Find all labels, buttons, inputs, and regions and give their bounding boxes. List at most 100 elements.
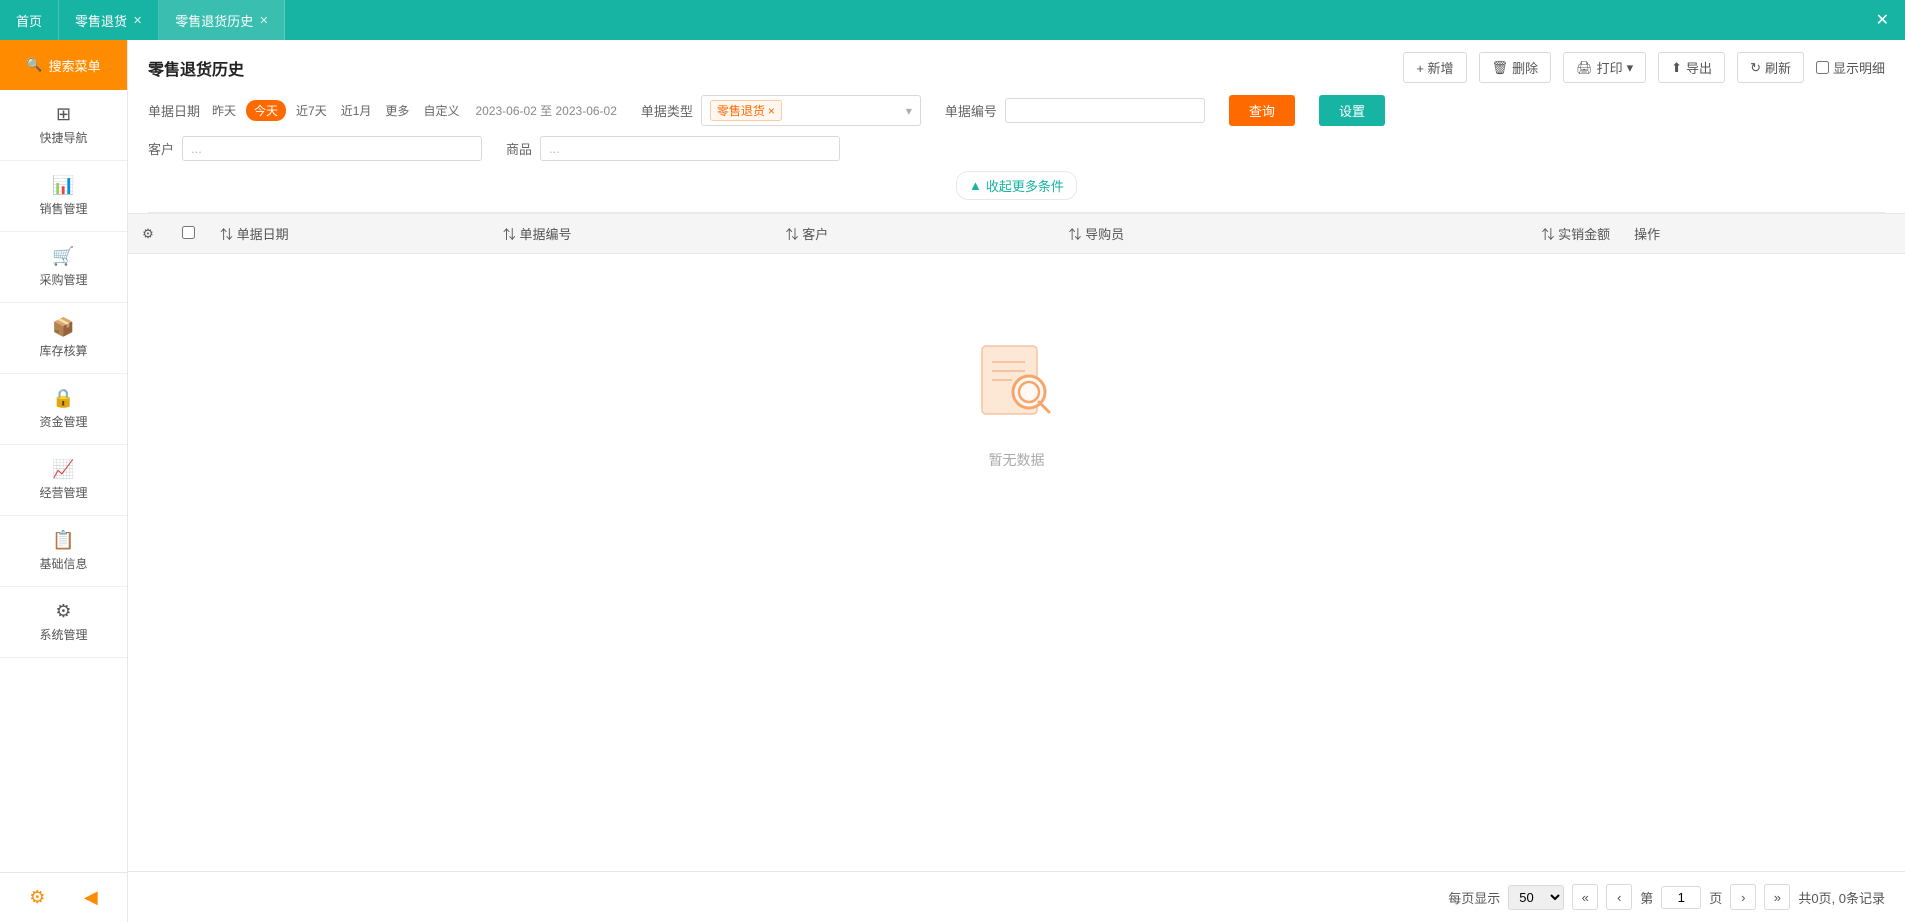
print-button[interactable]: 🖨 打印 ▾ bbox=[1563, 52, 1646, 83]
page-label: 第 bbox=[1640, 888, 1653, 907]
sidebar-item-operation[interactable]: 📈 经营管理 bbox=[0, 445, 127, 516]
date-more[interactable]: 更多 bbox=[381, 100, 413, 121]
window-close-button[interactable]: ✕ bbox=[1876, 10, 1905, 30]
th-date[interactable]: ⇅ 单据日期 bbox=[208, 214, 491, 254]
tab-retail-return-close[interactable]: ✕ bbox=[133, 14, 142, 27]
sidebar-collapse-icon[interactable]: ◀ bbox=[84, 887, 98, 908]
basic-info-icon: 📋 bbox=[52, 530, 74, 551]
tag-close-icon[interactable]: × bbox=[768, 104, 775, 118]
tab-retail-return-history[interactable]: 零售退货历史 ✕ bbox=[159, 0, 285, 40]
sidebar-search[interactable]: 🔍 搜索菜单 bbox=[0, 40, 127, 90]
top-bar: 首页 零售退货 ✕ 零售退货历史 ✕ ✕ bbox=[0, 0, 1905, 40]
delete-icon: 🗑 bbox=[1492, 60, 1509, 76]
page-title-row: 零售退货历史 + 新增 🗑 删除 🖨 打印 ▾ ⬆ 导出 bbox=[148, 52, 1885, 83]
tab-retail-return-label: 零售退货 bbox=[75, 11, 127, 30]
finance-icon: 🔒 bbox=[52, 388, 74, 409]
page-title: 零售退货历史 bbox=[148, 56, 244, 80]
settings-button[interactable]: 设置 bbox=[1319, 95, 1385, 126]
pagination: 每页显示 10 20 50 100 « ‹ 第 页 › » 共0页, 0条记录 bbox=[128, 871, 1905, 922]
sidebar-settings-icon[interactable]: ⚙ bbox=[29, 887, 45, 908]
customer-filter-item: 客户 ... bbox=[148, 136, 482, 161]
empty-illustration bbox=[967, 334, 1067, 434]
th-checkbox[interactable] bbox=[168, 214, 208, 254]
table-body: 暂无数据 bbox=[128, 254, 1905, 551]
th-customer[interactable]: ⇅ 客户 bbox=[774, 214, 1057, 254]
sidebar-item-system-mgmt[interactable]: ⚙ 系统管理 bbox=[0, 587, 127, 658]
sidebar-item-operation-label: 经营管理 bbox=[39, 484, 87, 501]
sidebar-item-finance-label: 资金管理 bbox=[39, 413, 87, 430]
goods-placeholder: ... bbox=[549, 141, 560, 156]
goods-filter-item: 商品 ... bbox=[506, 136, 840, 161]
sidebar-item-sales-label: 销售管理 bbox=[39, 200, 87, 217]
show-detail-checkbox[interactable] bbox=[1816, 61, 1829, 74]
voucher-type-select[interactable]: 零售退货 × ▾ bbox=[701, 95, 921, 126]
sidebar-item-inventory[interactable]: 📦 库存核算 bbox=[0, 303, 127, 374]
sidebar-item-purchase-label: 采购管理 bbox=[39, 271, 87, 288]
date-custom[interactable]: 自定义 bbox=[419, 100, 463, 121]
next-page-button[interactable]: › bbox=[1730, 884, 1756, 910]
inventory-icon: 📦 bbox=[52, 317, 74, 338]
filter-row-2: 客户 ... 商品 ... bbox=[148, 136, 1885, 161]
goods-select[interactable]: ... bbox=[540, 136, 840, 161]
sidebar-item-basic-info-label: 基础信息 bbox=[39, 555, 87, 572]
new-button[interactable]: + 新增 bbox=[1403, 52, 1466, 83]
sidebar-item-inventory-label: 库存核算 bbox=[39, 342, 87, 359]
page-unit: 页 bbox=[1709, 888, 1722, 907]
date-7days[interactable]: 近7天 bbox=[292, 100, 331, 121]
tab-list: 首页 零售退货 ✕ 零售退货历史 ✕ bbox=[0, 0, 1876, 40]
settings-col-icon: ⚙ bbox=[142, 226, 154, 241]
voucher-type-chevron-icon: ▾ bbox=[906, 104, 912, 118]
sidebar-item-quick-nav[interactable]: ⊞ 快捷导航 bbox=[0, 90, 127, 161]
collapse-filter-button[interactable]: ▲ 收起更多条件 bbox=[956, 171, 1077, 200]
voucher-no-input[interactable] bbox=[1005, 98, 1205, 123]
collapse-icon: ▲ bbox=[969, 178, 982, 193]
main-layout: 🔍 搜索菜单 ⊞ 快捷导航 📊 销售管理 🛒 采购管理 📦 库存核算 🔒 bbox=[0, 40, 1905, 922]
customer-select[interactable]: ... bbox=[182, 136, 482, 161]
tab-home-label: 首页 bbox=[16, 11, 42, 30]
export-button[interactable]: ⬆ 导出 bbox=[1658, 52, 1725, 83]
first-page-button[interactable]: « bbox=[1572, 884, 1598, 910]
sidebar-item-quick-nav-label: 快捷导航 bbox=[39, 129, 87, 146]
date-yesterday[interactable]: 昨天 bbox=[208, 100, 240, 121]
date-today[interactable]: 今天 bbox=[246, 100, 286, 121]
last-page-button[interactable]: » bbox=[1764, 884, 1790, 910]
tab-home[interactable]: 首页 bbox=[0, 0, 59, 40]
select-all-checkbox[interactable] bbox=[182, 226, 195, 239]
th-amount[interactable]: ⇅ 实销金额 bbox=[1339, 214, 1622, 254]
delete-button[interactable]: 🗑 删除 bbox=[1479, 52, 1552, 83]
refresh-icon: ↻ bbox=[1750, 60, 1761, 76]
sidebar-nav: ⊞ 快捷导航 📊 销售管理 🛒 采购管理 📦 库存核算 🔒 资金管理 📈 bbox=[0, 90, 127, 872]
filter-row-1: 单据日期 昨天 今天 近7天 近1月 更多 自定义 2023-06-02 至 2… bbox=[148, 95, 1885, 126]
print-icon: 🖨 bbox=[1576, 60, 1593, 76]
sidebar: 🔍 搜索菜单 ⊞ 快捷导航 📊 销售管理 🛒 采购管理 📦 库存核算 🔒 bbox=[0, 40, 128, 922]
empty-text: 暂无数据 bbox=[989, 450, 1045, 470]
tab-retail-return[interactable]: 零售退货 ✕ bbox=[59, 0, 159, 40]
page-number-input[interactable] bbox=[1661, 886, 1701, 909]
th-settings[interactable]: ⚙ bbox=[128, 214, 168, 254]
sidebar-item-finance[interactable]: 🔒 资金管理 bbox=[0, 374, 127, 445]
tab-retail-return-history-close[interactable]: ✕ bbox=[259, 14, 268, 27]
sidebar-search-label: 搜索菜单 bbox=[49, 56, 101, 75]
sidebar-item-basic-info[interactable]: 📋 基础信息 bbox=[0, 516, 127, 587]
voucher-type-label: 单据类型 bbox=[641, 101, 693, 120]
per-page-select[interactable]: 10 20 50 100 bbox=[1508, 885, 1564, 910]
show-detail-checkbox-label[interactable]: 显示明细 bbox=[1816, 58, 1885, 77]
th-guide[interactable]: ⇅ 导购员 bbox=[1056, 214, 1339, 254]
customer-label: 客户 bbox=[148, 139, 174, 158]
voucher-no-filter-item: 单据编号 bbox=[945, 98, 1205, 123]
page-header: 零售退货历史 + 新增 🗑 删除 🖨 打印 ▾ ⬆ 导出 bbox=[128, 40, 1905, 214]
data-table: ⚙ ⇅ 单据日期 ⇅ 单据编号 bbox=[128, 214, 1905, 550]
sidebar-item-purchase-mgmt[interactable]: 🛒 采购管理 bbox=[0, 232, 127, 303]
total-label: 共0页, 0条记录 bbox=[1798, 888, 1885, 907]
date-1month[interactable]: 近1月 bbox=[337, 100, 376, 121]
th-voucher-no[interactable]: ⇅ 单据编号 bbox=[491, 214, 774, 254]
empty-state: 暂无数据 bbox=[128, 254, 1905, 550]
sidebar-item-sales-mgmt[interactable]: 📊 销售管理 bbox=[0, 161, 127, 232]
refresh-button[interactable]: ↻ 刷新 bbox=[1737, 52, 1804, 83]
sidebar-item-system-label: 系统管理 bbox=[39, 626, 87, 643]
query-button[interactable]: 查询 bbox=[1229, 95, 1295, 126]
system-icon: ⚙ bbox=[55, 601, 71, 622]
prev-page-button[interactable]: ‹ bbox=[1606, 884, 1632, 910]
empty-svg bbox=[967, 334, 1067, 434]
per-page-label: 每页显示 bbox=[1448, 888, 1500, 907]
